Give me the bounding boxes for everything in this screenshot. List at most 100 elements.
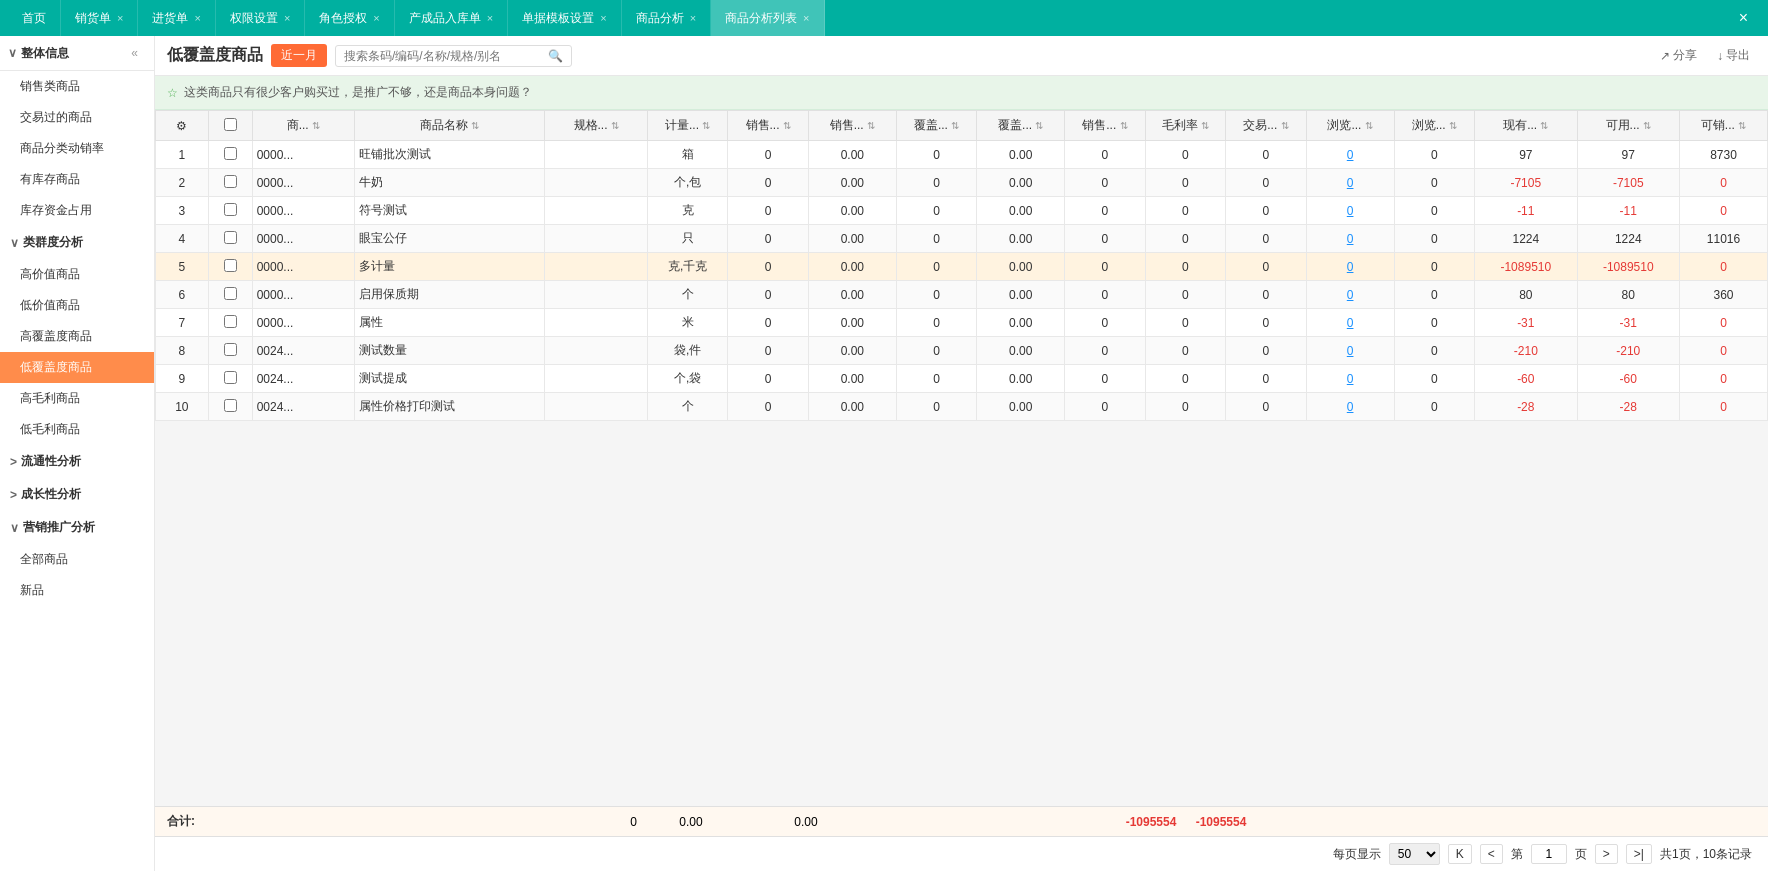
sidebar-item-category-turnover[interactable]: 商品分类动销率 (0, 133, 154, 164)
sidebar-item-new-products[interactable]: 新品 (0, 575, 154, 606)
cell-browse1[interactable]: 0 (1306, 197, 1394, 225)
nav-purchase-order[interactable]: 进货单 × (138, 0, 215, 36)
row-checkbox[interactable] (224, 175, 237, 188)
sidebar-collapse-button[interactable]: « (123, 42, 146, 64)
page-number-input[interactable] (1531, 844, 1567, 864)
sidebar-section-marketing[interactable]: ∨ 营销推广分析 (0, 511, 154, 544)
cell-check[interactable] (208, 225, 252, 253)
row-checkbox[interactable] (224, 343, 237, 356)
close-icon[interactable]: × (600, 12, 606, 24)
sidebar-section-overall[interactable]: ∨ 整体信息 (8, 45, 69, 62)
search-icon[interactable]: 🔍 (548, 49, 563, 63)
info-icon: ☆ (167, 86, 178, 100)
sidebar-section-cluster[interactable]: ∨ 类群度分析 (0, 226, 154, 259)
col-header-browse1[interactable]: 浏览... ⇅ (1306, 111, 1394, 141)
sidebar-item-high-coverage[interactable]: 高覆盖度商品 (0, 321, 154, 352)
nav-permission-settings[interactable]: 权限设置 × (216, 0, 305, 36)
cell-check[interactable] (208, 141, 252, 169)
cell-unit: 袋,件 (647, 337, 728, 365)
next-page-button[interactable]: > (1595, 844, 1618, 864)
col-header-gross[interactable]: 毛利率 ⇅ (1145, 111, 1226, 141)
row-checkbox[interactable] (224, 231, 237, 244)
close-icon[interactable]: × (487, 12, 493, 24)
sidebar-item-stocked-products[interactable]: 有库存商品 (0, 164, 154, 195)
col-header-unit[interactable]: 计量... ⇅ (647, 111, 728, 141)
col-header-cover1[interactable]: 覆盖... ⇅ (896, 111, 977, 141)
select-all-checkbox[interactable] (224, 118, 237, 131)
close-icon[interactable]: × (194, 12, 200, 24)
row-checkbox[interactable] (224, 147, 237, 160)
col-code-label: 商... (287, 118, 309, 132)
cell-browse1[interactable]: 0 (1306, 281, 1394, 309)
col-header-stock2[interactable]: 可用... ⇅ (1577, 111, 1679, 141)
col-header-sellable[interactable]: 可销... ⇅ (1680, 111, 1768, 141)
col-header-sales-amt[interactable]: 销售... ⇅ (808, 111, 896, 141)
col-header-name[interactable]: 商品名称 ⇅ (355, 111, 545, 141)
cell-browse1[interactable]: 0 (1306, 225, 1394, 253)
cell-browse1[interactable]: 0 (1306, 309, 1394, 337)
cell-check[interactable] (208, 393, 252, 421)
col-header-code[interactable]: 商... ⇅ (252, 111, 354, 141)
nav-product-inbound[interactable]: 产成品入库单 × (395, 0, 508, 36)
cell-check[interactable] (208, 169, 252, 197)
window-close-button[interactable]: × (1727, 0, 1760, 36)
cell-browse1[interactable]: 0 (1306, 169, 1394, 197)
sidebar-item-low-margin[interactable]: 低毛利商品 (0, 414, 154, 445)
sidebar-item-high-value[interactable]: 高价值商品 (0, 259, 154, 290)
sidebar-section-growth[interactable]: > 成长性分析 (0, 478, 154, 511)
export-button[interactable]: ↓ 导出 (1711, 44, 1756, 67)
sidebar-item-low-coverage[interactable]: 低覆盖度商品 (0, 352, 154, 383)
cell-browse1[interactable]: 0 (1306, 253, 1394, 281)
table-row: 7 0000... 属性 米 0 0.00 0 0.00 0 0 0 0 0 -… (156, 309, 1768, 337)
col-header-spec[interactable]: 规格... ⇅ (545, 111, 647, 141)
cell-browse1[interactable]: 0 (1306, 365, 1394, 393)
cell-check[interactable] (208, 281, 252, 309)
sidebar-item-inventory-capital[interactable]: 库存资金占用 (0, 195, 154, 226)
cell-browse1[interactable]: 0 (1306, 141, 1394, 169)
cell-check[interactable] (208, 309, 252, 337)
cell-browse1[interactable]: 0 (1306, 393, 1394, 421)
row-checkbox[interactable] (224, 287, 237, 300)
close-icon[interactable]: × (803, 12, 809, 24)
cell-check[interactable] (208, 365, 252, 393)
row-checkbox[interactable] (224, 399, 237, 412)
prev-page-button[interactable]: < (1480, 844, 1503, 864)
row-checkbox[interactable] (224, 315, 237, 328)
col-header-stock1[interactable]: 现有... ⇅ (1475, 111, 1577, 141)
col-header-browse2[interactable]: 浏览... ⇅ (1394, 111, 1475, 141)
sidebar-item-traded-products[interactable]: 交易过的商品 (0, 102, 154, 133)
sidebar-item-all-products[interactable]: 全部商品 (0, 544, 154, 575)
sidebar-item-high-margin[interactable]: 高毛利商品 (0, 383, 154, 414)
nav-product-analysis-list[interactable]: 商品分析列表 × (711, 0, 824, 36)
sidebar-item-sales-products[interactable]: 销售类商品 (0, 71, 154, 102)
last-page-button[interactable]: >| (1626, 844, 1652, 864)
col-header-cover2[interactable]: 覆盖... ⇅ (977, 111, 1065, 141)
col-header-sales2[interactable]: 销售... ⇅ (1065, 111, 1146, 141)
col-header-sales-num[interactable]: 销售... ⇅ (728, 111, 809, 141)
row-checkbox[interactable] (224, 203, 237, 216)
cell-check[interactable] (208, 253, 252, 281)
close-icon[interactable]: × (284, 12, 290, 24)
sidebar-section-liquidity[interactable]: > 流通性分析 (0, 445, 154, 478)
search-input[interactable] (344, 49, 544, 63)
nav-role-auth[interactable]: 角色授权 × (305, 0, 394, 36)
row-checkbox[interactable] (224, 371, 237, 384)
page-size-select[interactable]: 50 100 200 (1389, 843, 1440, 865)
close-icon[interactable]: × (373, 12, 379, 24)
settings-icon[interactable]: ⚙ (176, 119, 187, 133)
cell-check[interactable] (208, 197, 252, 225)
date-filter-button[interactable]: 近一月 (271, 44, 327, 67)
share-button[interactable]: ↗ 分享 (1654, 44, 1703, 67)
cell-browse1[interactable]: 0 (1306, 337, 1394, 365)
nav-sales-order[interactable]: 销货单 × (61, 0, 138, 36)
nav-template-settings[interactable]: 单据模板设置 × (508, 0, 621, 36)
nav-home[interactable]: 首页 (8, 0, 61, 36)
close-icon[interactable]: × (690, 12, 696, 24)
col-header-trade[interactable]: 交易... ⇅ (1226, 111, 1307, 141)
close-icon[interactable]: × (117, 12, 123, 24)
cell-check[interactable] (208, 337, 252, 365)
nav-product-analysis[interactable]: 商品分析 × (622, 0, 711, 36)
sidebar-item-low-value[interactable]: 低价值商品 (0, 290, 154, 321)
first-page-button[interactable]: K (1448, 844, 1472, 864)
row-checkbox[interactable] (224, 259, 237, 272)
